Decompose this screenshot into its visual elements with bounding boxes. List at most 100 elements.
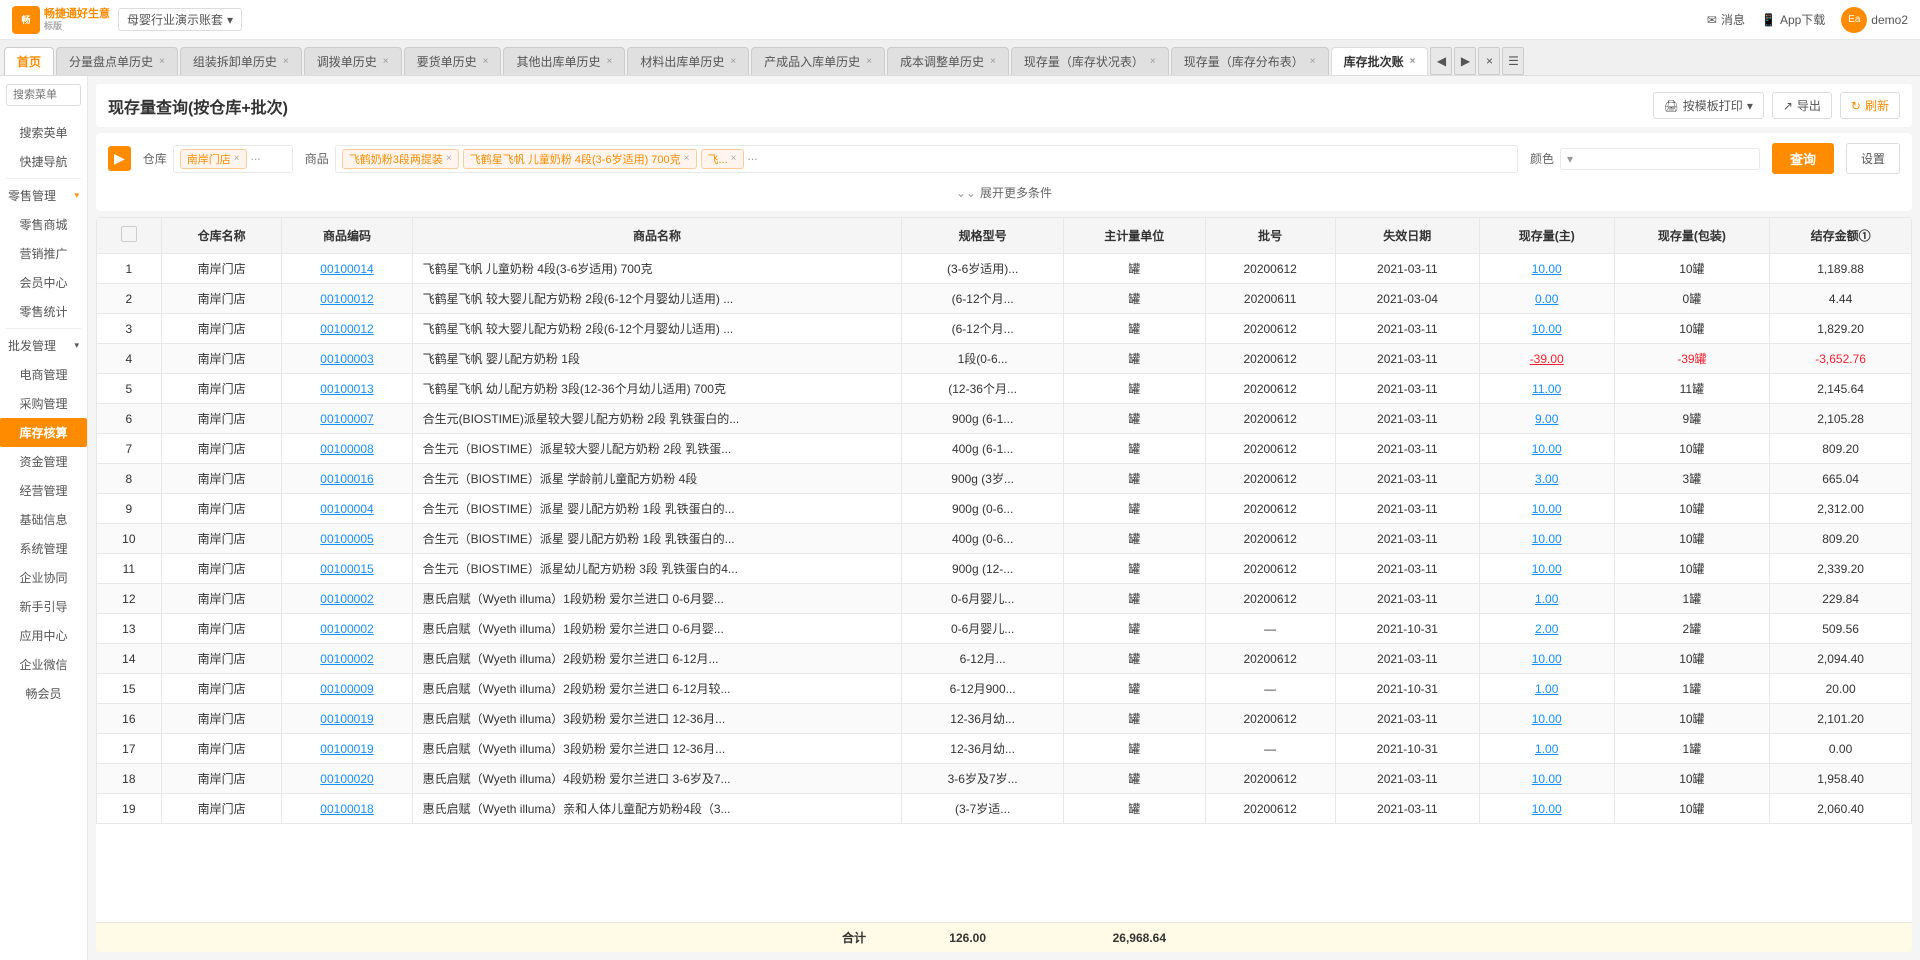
export-btn[interactable]: ↗ 导出 [1772, 92, 1832, 119]
tab-xian-cun-fen-close[interactable]: × [1310, 56, 1316, 67]
color-filter-wrap[interactable]: ▾ [1560, 148, 1760, 170]
th-batch[interactable]: 批号 [1205, 218, 1335, 254]
tab-home[interactable]: 首页 [4, 47, 54, 75]
cell-qty-main[interactable]: 1.00 [1479, 674, 1614, 704]
tab-yao-huo[interactable]: 要货单历史 × [404, 47, 502, 75]
sidebar-item-marketing[interactable]: 营销推广 [0, 239, 87, 268]
product-tag-1-close[interactable]: × [446, 153, 452, 164]
tab-xian-cun-ku[interactable]: 现存量（库存状况表） × [1011, 47, 1169, 75]
cell-qty-main[interactable]: 10.00 [1479, 764, 1614, 794]
th-qty-main[interactable]: 现存量(主) [1479, 218, 1614, 254]
cell-code[interactable]: 00100019 [282, 704, 412, 734]
cell-code[interactable]: 00100019 [282, 734, 412, 764]
expand-more-btn[interactable]: ⌄⌄ 展开更多条件 [108, 180, 1900, 201]
cell-qty-main[interactable]: 10.00 [1479, 794, 1614, 824]
tab-prev-btn[interactable]: ◀ [1430, 47, 1452, 75]
cell-code[interactable]: 00100016 [282, 464, 412, 494]
product-tag-1[interactable]: 飞鹤奶粉3段两提装 × [342, 149, 459, 169]
cell-qty-main[interactable]: 1.00 [1479, 734, 1614, 764]
user-avatar[interactable]: Ea demo2 [1841, 7, 1908, 33]
cell-qty-main[interactable]: 3.00 [1479, 464, 1614, 494]
cell-qty-main[interactable]: 10.00 [1479, 254, 1614, 284]
tab-fen-pan[interactable]: 分量盘点单历史 × [56, 47, 178, 75]
sidebar-item-system[interactable]: 系统管理 [0, 534, 87, 563]
filter-expand-btn[interactable]: ▶ [108, 146, 131, 171]
tab-cheng-ben-close[interactable]: × [990, 56, 996, 67]
tab-qi-ta-chu-close[interactable]: × [606, 56, 612, 67]
tab-xian-cun-ku-close[interactable]: × [1150, 56, 1156, 67]
sidebar-item-retail[interactable]: 零售管理 ▾ [0, 181, 87, 210]
table-scroll-area[interactable]: 仓库名称 商品编码 商品名称 规格型号 主计量单位 批号 失效日期 现存量(主)… [96, 217, 1912, 922]
sidebar-item-wechat[interactable]: 企业微信 [0, 650, 87, 679]
product-filter-wrap[interactable]: 飞鹤奶粉3段两提装 × 飞鹤星飞帆 儿童奶粉 4段(3-6岁适用) 700克 ×… [335, 145, 1518, 173]
th-qty-pack[interactable]: 现存量(包装) [1614, 218, 1770, 254]
tab-xian-cun-fen[interactable]: 现存量（库存分布表） × [1171, 47, 1329, 75]
cell-code[interactable]: 00100014 [282, 254, 412, 284]
sidebar-search-input[interactable] [6, 84, 81, 106]
cell-qty-main[interactable]: 10.00 [1479, 524, 1614, 554]
th-expire[interactable]: 失效日期 [1335, 218, 1479, 254]
color-dropdown[interactable]: ▾ [1567, 152, 1573, 166]
sidebar-item-wholesale[interactable]: 批发管理 ▾ [0, 331, 87, 360]
cell-code[interactable]: 00100005 [282, 524, 412, 554]
query-btn[interactable]: 查询 [1772, 143, 1834, 174]
tab-xian-cun-pi-close[interactable]: × [1410, 56, 1416, 67]
sidebar-item-vip[interactable]: 畅会员 [0, 679, 87, 708]
cell-qty-main[interactable]: 1.00 [1479, 584, 1614, 614]
tab-chan-pin[interactable]: 产成品入库单历史 × [751, 47, 885, 75]
cell-code[interactable]: 00100012 [282, 284, 412, 314]
sidebar-item-basic[interactable]: 基础信息 [0, 505, 87, 534]
cell-qty-main[interactable]: 2.00 [1479, 614, 1614, 644]
th-code[interactable]: 商品编码 [282, 218, 412, 254]
cell-qty-main[interactable]: 10.00 [1479, 494, 1614, 524]
sidebar-item-purchase[interactable]: 采购管理 [0, 389, 87, 418]
cell-code[interactable]: 00100002 [282, 584, 412, 614]
sidebar-item-apps[interactable]: 应用中心 [0, 621, 87, 650]
tab-chan-pin-close[interactable]: × [866, 56, 872, 67]
sidebar-item-ecommerce[interactable]: 电商管理 [0, 360, 87, 389]
tab-fen-pan-close[interactable]: × [159, 56, 165, 67]
sidebar-item-quick[interactable]: 快捷导航 [0, 147, 87, 176]
cell-code[interactable]: 00100009 [282, 674, 412, 704]
cell-qty-main[interactable]: -39.00 [1479, 344, 1614, 374]
cell-code[interactable]: 00100002 [282, 644, 412, 674]
cell-code[interactable]: 00100004 [282, 494, 412, 524]
th-amount[interactable]: 结存金额① [1770, 218, 1912, 254]
cell-code[interactable]: 00100002 [282, 614, 412, 644]
th-unit[interactable]: 主计量单位 [1063, 218, 1205, 254]
tab-xian-cun-pi[interactable]: 库存批次账 × [1331, 47, 1429, 75]
warehouse-tag[interactable]: 南岸门店 × [180, 149, 247, 169]
tab-cai-liao[interactable]: 材料出库单历史 × [627, 47, 749, 75]
product-tag-3[interactable]: 飞... × [701, 149, 744, 169]
cell-code[interactable]: 00100018 [282, 794, 412, 824]
sidebar-item-search[interactable]: 搜索英单 [0, 118, 87, 147]
th-spec[interactable]: 规格型号 [902, 218, 1064, 254]
cell-code[interactable]: 00100015 [282, 554, 412, 584]
sidebar-item-inventory[interactable]: 库存核算 [0, 418, 87, 447]
tab-close-btn[interactable]: × [1478, 47, 1500, 75]
tab-cai-liao-close[interactable]: × [730, 56, 736, 67]
tab-zu-chai[interactable]: 组装拆卸单历史 × [180, 47, 302, 75]
warehouse-filter-dots[interactable]: ... [251, 149, 261, 169]
org-selector[interactable]: 母婴行业演示账套 ▾ [118, 8, 242, 31]
cell-qty-main[interactable]: 0.00 [1479, 284, 1614, 314]
sidebar-item-stats[interactable]: 零售统计 [0, 297, 87, 326]
cell-qty-main[interactable]: 10.00 [1479, 434, 1614, 464]
cell-code[interactable]: 00100003 [282, 344, 412, 374]
settings-btn[interactable]: 设置 [1846, 143, 1900, 174]
cell-code[interactable]: 00100013 [282, 374, 412, 404]
cell-code[interactable]: 00100008 [282, 434, 412, 464]
product-tag-2[interactable]: 飞鹤星飞帆 儿童奶粉 4段(3-6岁适用) 700克 × [463, 149, 697, 169]
cell-code[interactable]: 00100012 [282, 314, 412, 344]
cell-qty-main[interactable]: 9.00 [1479, 404, 1614, 434]
warehouse-filter-wrap[interactable]: 南岸门店 × ... [173, 145, 293, 173]
product-tag-3-close[interactable]: × [731, 153, 737, 164]
tab-yao-huo-close[interactable]: × [483, 56, 489, 67]
cell-qty-main[interactable]: 10.00 [1479, 704, 1614, 734]
tab-tiao-bo-close[interactable]: × [383, 56, 389, 67]
tab-tiao-bo[interactable]: 调拨单历史 × [304, 47, 402, 75]
sidebar-item-guide[interactable]: 新手引导 [0, 592, 87, 621]
product-filter-dots[interactable]: ... [748, 149, 758, 169]
sidebar-item-member[interactable]: 会员中心 [0, 268, 87, 297]
tab-next-btn[interactable]: ▶ [1454, 47, 1476, 75]
